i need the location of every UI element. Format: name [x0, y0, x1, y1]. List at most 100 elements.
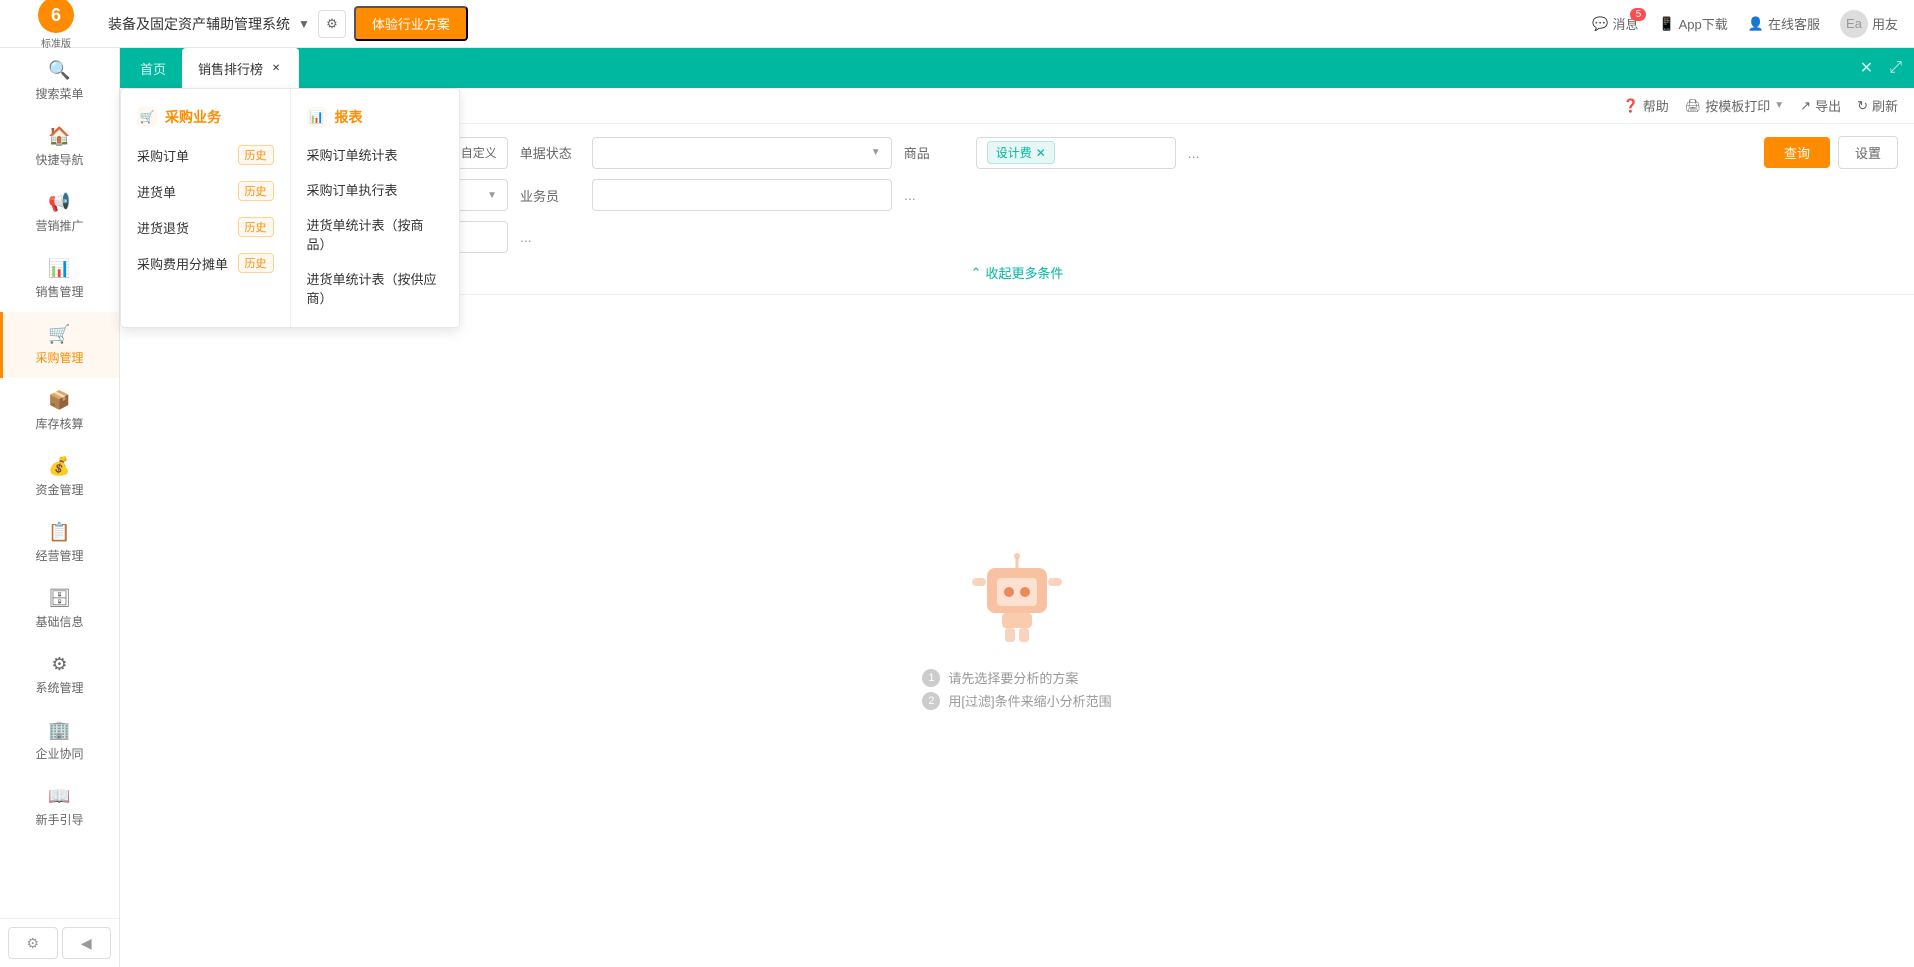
tab-close-btn[interactable]: ✕: [269, 61, 283, 75]
empty-hint-1: 1 请先选择要分析的方案: [922, 668, 1111, 687]
sidebar-item-finance[interactable]: 💰 资金管理: [0, 444, 119, 510]
sidebar-item-sales[interactable]: 📊 销售管理: [0, 246, 119, 312]
message-btn[interactable]: 💬 消息 5: [1592, 14, 1638, 33]
tabbar: 首页 销售排行榜 ✕ ✕ ⤢: [120, 48, 1914, 88]
dropdown-item-purchase-stats[interactable]: 采购订单统计表: [291, 137, 460, 172]
message-badge: 5: [1630, 8, 1646, 21]
tabbar-close-all-btn[interactable]: ✕: [1852, 58, 1881, 78]
dropdown-item-return[interactable]: 进货退货 历史: [121, 209, 290, 245]
row2-ellipsis[interactable]: ...: [904, 187, 916, 203]
dropdown-item-incoming-stats-goods[interactable]: 进货单统计表（按商品）: [291, 207, 460, 261]
tab-sales-rank[interactable]: 销售排行榜 ✕: [182, 48, 299, 88]
goods-input[interactable]: 设计费 ✕: [976, 137, 1176, 169]
collapse-label: 收起更多条件: [985, 263, 1063, 282]
dropdown-item-incoming[interactable]: 进货单 历史: [121, 173, 290, 209]
sidebar-label-finance: 资金管理: [35, 481, 83, 498]
help-btn[interactable]: ❓ 帮助: [1623, 96, 1669, 115]
app-download-btn[interactable]: 📱 App下载: [1658, 14, 1727, 33]
sidebar-label-inventory: 库存核算: [35, 415, 83, 432]
goods-label: 商品: [904, 143, 964, 162]
system-dropdown-arrow[interactable]: ▼: [298, 17, 310, 31]
salesperson-label: 业务员: [520, 186, 580, 205]
sidebar-label-enterprise: 企业协同: [35, 745, 83, 762]
app-logo: 6 标准版: [16, 0, 96, 50]
purchase-dropdown-menu: 🛒 采购业务 采购订单 历史 进货单 历史 进货退货 历史 采购费用分摊单 历史…: [120, 88, 460, 328]
status-label: 单据状态: [520, 143, 580, 162]
dropdown-report-header: 📊 报表: [291, 101, 460, 137]
date-preset-custom[interactable]: 自定义: [461, 144, 497, 161]
sidebar-item-search[interactable]: 🔍 搜索菜单: [0, 48, 119, 114]
history-badge-3: 历史: [238, 217, 274, 237]
dropdown-item-label-incoming: 进货单: [137, 182, 176, 201]
query-btn[interactable]: 查询: [1764, 137, 1830, 168]
online-service-label: 在线客服: [1768, 14, 1820, 33]
search-icon: 🔍: [48, 60, 70, 81]
dropdown-item-label-incoming-stats-supplier: 进货单统计表（按供应商）: [307, 269, 444, 307]
dropdown-item-incoming-stats-supplier[interactable]: 进货单统计表（按供应商）: [291, 261, 460, 315]
app-download-label: App下载: [1679, 14, 1728, 33]
enterprise-icon: 🏢: [48, 720, 70, 741]
system-icon: ⚙: [51, 654, 67, 675]
dropdown-item-expense[interactable]: 采购费用分摊单 历史: [121, 245, 290, 281]
dropdown-item-purchase-order[interactable]: 采购订单 历史: [121, 137, 290, 173]
phone-icon: 📱: [1658, 16, 1674, 32]
sidebar-item-marketing[interactable]: 📢 营销推广: [0, 180, 119, 246]
dropdown-purchase-col: 🛒 采购业务 采购订单 历史 进货单 历史 进货退货 历史 采购费用分摊单 历史: [121, 89, 291, 327]
operation-icon: 📋: [48, 522, 70, 543]
tab-sales-rank-label: 销售排行榜: [198, 59, 263, 78]
status-select[interactable]: ▼: [592, 137, 892, 169]
sidebar-item-guide[interactable]: 📖 新手引导: [0, 774, 119, 840]
settings-gear[interactable]: ⚙: [318, 10, 346, 38]
topbar: 6 标准版 装备及固定资产辅助管理系统 ▼ ⚙ 体验行业方案 💬 消息 5 📱 …: [0, 0, 1914, 48]
purchase-header-icon: 🛒: [137, 107, 157, 127]
basic-icon: 🗄: [48, 588, 71, 609]
export-btn[interactable]: ↗ 导出: [1800, 96, 1841, 115]
empty-illustration: [957, 548, 1077, 648]
history-badge-4: 历史: [238, 253, 274, 273]
sidebar-collapse-btn[interactable]: ◀: [62, 927, 112, 959]
sidebar-label-search: 搜索菜单: [35, 85, 83, 102]
sidebar-item-operation[interactable]: 📋 经营管理: [0, 510, 119, 576]
export-icon: ↗: [1800, 98, 1811, 114]
user-avatar: Ea: [1840, 10, 1868, 38]
collapse-icon: ⌃: [971, 265, 982, 281]
system-name: 装备及固定资产辅助管理系统: [108, 14, 290, 34]
refresh-btn[interactable]: ↻ 刷新: [1857, 96, 1898, 115]
sidebar-label-guide: 新手引导: [35, 811, 83, 828]
dropdown-item-label-purchase-order: 采购订单: [137, 146, 189, 165]
set-btn[interactable]: 设置: [1838, 136, 1898, 169]
sidebar-item-enterprise[interactable]: 🏢 企业协同: [0, 708, 119, 774]
row3-ellipsis[interactable]: ...: [520, 229, 532, 245]
row1-ellipsis[interactable]: ...: [1188, 145, 1200, 161]
tab-home[interactable]: 首页: [124, 48, 182, 88]
trial-btn[interactable]: 体验行业方案: [354, 6, 468, 41]
print-icon: 🖨: [1685, 98, 1702, 114]
dropdown-item-purchase-exec[interactable]: 采购订单执行表: [291, 172, 460, 207]
user-btn[interactable]: Ea 用友: [1840, 10, 1898, 38]
hint-text-1: 请先选择要分析的方案: [948, 668, 1078, 687]
dropdown-item-label-expense: 采购费用分摊单: [137, 254, 228, 273]
sidebar-item-quick[interactable]: 🏠 快捷导航: [0, 114, 119, 180]
purchase-icon: 🛒: [48, 324, 70, 345]
sidebar-setting-btn[interactable]: ⚙: [8, 927, 58, 959]
sidebar-item-basic[interactable]: 🗄 基础信息: [0, 576, 119, 642]
finance-icon: 💰: [48, 456, 70, 477]
topbar-right: 💬 消息 5 📱 App下载 👤 在线客服 Ea 用友: [1592, 10, 1898, 38]
sidebar-item-system[interactable]: ⚙ 系统管理: [0, 642, 119, 708]
print-dropdown-icon: ▼: [1774, 100, 1784, 111]
collapse-btn[interactable]: ⌃ 收起更多条件: [971, 263, 1064, 282]
print-btn[interactable]: 🖨 按模板打印 ▼: [1685, 96, 1784, 115]
online-service-btn[interactable]: 👤 在线客服: [1748, 14, 1820, 33]
sidebar-label-quick: 快捷导航: [35, 151, 83, 168]
goods-tag-close[interactable]: ✕: [1036, 146, 1046, 160]
tabbar-expand-btn[interactable]: ⤢: [1881, 59, 1910, 77]
sidebar-label-system: 系统管理: [35, 679, 83, 696]
sidebar-item-inventory[interactable]: 📦 库存核算: [0, 378, 119, 444]
sidebar-item-purchase[interactable]: 🛒 采购管理: [0, 312, 119, 378]
salesperson-select[interactable]: [592, 179, 892, 211]
topbar-system: 装备及固定资产辅助管理系统 ▼ ⚙ 体验行业方案: [108, 6, 1580, 41]
home-icon: 🏠: [48, 126, 70, 147]
hint-text-2: 用[过滤]条件来缩小分析范围: [948, 691, 1111, 710]
print-label: 按模板打印: [1705, 96, 1770, 115]
goods-tag: 设计费 ✕: [987, 141, 1055, 164]
